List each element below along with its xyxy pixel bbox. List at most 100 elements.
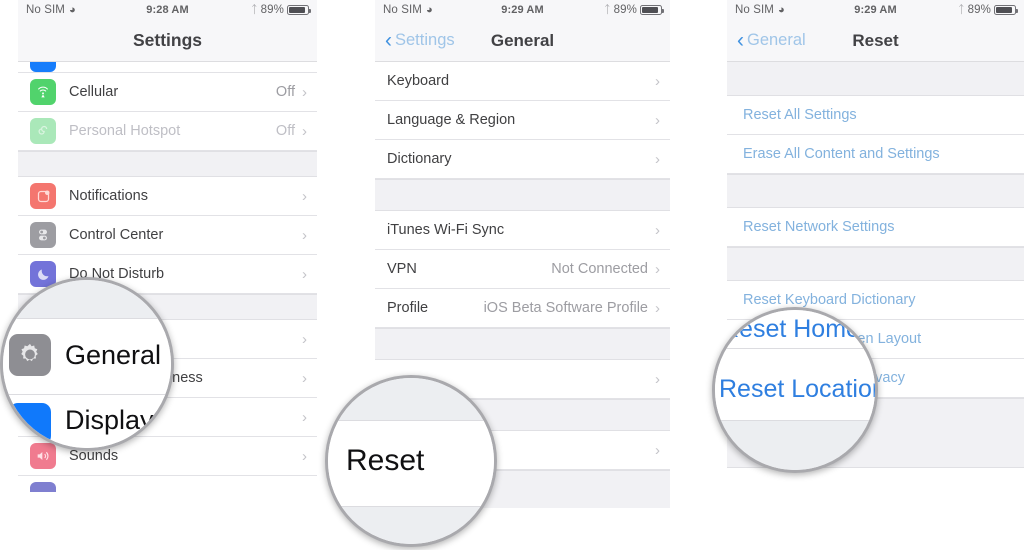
general-list-group-2: iTunes Wi-Fi Sync › VPN Not Connected › … [375, 211, 670, 328]
nav-bar-general: ‹ Settings General [375, 20, 670, 62]
page-title: Settings [132, 30, 203, 50]
chevron-right-icon: › [655, 111, 660, 129]
chevron-right-icon: › [655, 72, 660, 90]
status-bar-right: ᛏ 89% [603, 4, 664, 16]
list-group-separator [18, 151, 317, 177]
chevron-right-icon: › [302, 83, 307, 101]
phone-screen-settings: No SIM ◕ 9:28 AM ᛏ 89% Settings Cellular… [18, 0, 317, 550]
general-row-vpn[interactable]: VPN Not Connected › [375, 250, 670, 289]
status-bar-1: No SIM ◕ 9:28 AM ᛏ 89% [18, 0, 317, 20]
row-label: Reset Keyboard Dictionary [743, 292, 916, 308]
bluetooth-icon: ᛏ [957, 4, 965, 16]
chevron-right-icon: › [302, 447, 307, 465]
bluetooth-icon: ᛏ [250, 4, 258, 16]
battery-percent-label: 89% [967, 4, 991, 16]
chevron-right-icon: › [655, 150, 660, 168]
reset-list-group-2: Reset Network Settings [727, 208, 1024, 247]
row-label: Control Center [69, 227, 164, 243]
back-button-general[interactable]: ‹ General [737, 30, 806, 51]
siri-icon [30, 482, 56, 492]
row-label: Language & Region [387, 112, 516, 128]
bluetooth-icon: ᛏ [603, 4, 611, 16]
control-center-icon [30, 222, 56, 248]
magnifier-label-general: General [65, 340, 162, 370]
general-row-language-region[interactable]: Language & Region › [375, 101, 670, 140]
magnifier-label-reset-location: Reset Location [719, 375, 878, 403]
reset-row-reset-network-settings[interactable]: Reset Network Settings [727, 208, 1024, 247]
row-label: Cellular [69, 84, 119, 100]
display-brightness-icon-magnified [9, 403, 51, 445]
nav-bar-settings: Settings [18, 20, 317, 62]
chevron-right-icon: › [302, 226, 307, 244]
notifications-icon [30, 183, 56, 209]
row-label: Reset Network Settings [743, 219, 895, 235]
status-bar-3: No SIM ◕ 9:29 AM ᛏ 89% [727, 0, 1024, 20]
chevron-right-icon: › [302, 265, 307, 283]
list-group-separator [375, 328, 670, 360]
row-label: Dictionary [387, 151, 452, 167]
back-button-settings[interactable]: ‹ Settings [385, 30, 455, 51]
list-group-separator [727, 62, 1024, 96]
general-row-profile[interactable]: Profile iOS Beta Software Profile › [375, 289, 670, 328]
nav-bar-reset: ‹ General Reset [727, 20, 1024, 62]
row-label: Sounds [69, 448, 119, 464]
magnifier-reset: Reset [325, 375, 497, 547]
general-row-itunes-wifi-sync[interactable]: iTunes Wi-Fi Sync › [375, 211, 670, 250]
general-row-keyboard[interactable]: Keyboard › [375, 62, 670, 101]
magnifier-label-reset: Reset [346, 444, 425, 477]
status-bar-right: ᛏ 89% [250, 4, 311, 16]
list-group-separator [727, 247, 1024, 281]
magnifier-label-display: Display [65, 405, 154, 435]
reset-row-erase-all-content[interactable]: Erase All Content and Settings [727, 135, 1024, 174]
battery-percent-label: 89% [260, 4, 284, 16]
row-value: Off [275, 84, 295, 100]
list-group-separator [375, 179, 670, 211]
general-gear-icon-magnified [9, 334, 51, 376]
reset-row-reset-all-settings[interactable]: Reset All Settings [727, 96, 1024, 135]
settings-row-control-center[interactable]: Control Center › [18, 216, 317, 255]
row-label: Keyboard [387, 73, 450, 89]
row-label: Personal Hotspot [69, 123, 181, 139]
magnifier-general-content: General Display [3, 280, 171, 448]
list-group-separator [727, 174, 1024, 208]
row-value: iOS Beta Software Profile [483, 300, 648, 316]
partial-row-bottom [18, 476, 317, 492]
settings-list-group-1: Cellular Off › Personal Hotspot Off › [18, 73, 317, 151]
settings-row-cellular[interactable]: Cellular Off › [18, 73, 317, 112]
chevron-right-icon: › [302, 187, 307, 205]
chevron-right-icon: › [655, 260, 660, 278]
battery-icon [287, 5, 311, 15]
screenshot-stage: No SIM ◕ 9:28 AM ᛏ 89% Settings Cellular… [0, 0, 1024, 550]
row-label: Profile [387, 300, 429, 316]
chevron-right-icon: › [302, 330, 307, 348]
chevron-right-icon: › [302, 369, 307, 387]
back-button-label: General [747, 31, 806, 49]
row-label: Reset All Settings [743, 107, 857, 123]
general-row-dictionary[interactable]: Dictionary › [375, 140, 670, 179]
row-label: VPN [387, 261, 417, 277]
battery-icon [994, 5, 1018, 15]
personal-hotspot-icon [30, 118, 56, 144]
chevron-left-icon: ‹ [737, 29, 744, 52]
status-bar-2: No SIM ◕ 9:29 AM ᛏ 89% [375, 0, 670, 20]
magnifier-reset-content: Reset [328, 378, 494, 544]
chevron-left-icon: ‹ [385, 29, 392, 52]
chevron-right-icon: › [302, 408, 307, 426]
settings-row-personal-hotspot[interactable]: Personal Hotspot Off › [18, 112, 317, 151]
magnifier-reset-options-content: Reset Home Reset Location [715, 310, 875, 470]
magnifier-general: General Display [0, 277, 174, 451]
row-label: Notifications [69, 188, 148, 204]
row-label: Erase All Content and Settings [743, 146, 940, 162]
chevron-right-icon: › [655, 299, 660, 317]
back-button-label: Settings [395, 31, 455, 49]
general-list-group-1: Keyboard › Language & Region › Dictionar… [375, 62, 670, 179]
battery-icon [640, 5, 664, 15]
wifi-settings-icon [30, 62, 56, 72]
row-value: Off [275, 123, 295, 139]
magnifier-label-reset-home: Reset Home [721, 315, 860, 343]
status-bar-right: ᛏ 89% [957, 4, 1018, 16]
chevron-right-icon: › [302, 122, 307, 140]
chevron-right-icon: › [655, 221, 660, 239]
row-label: iTunes Wi-Fi Sync [387, 222, 505, 238]
settings-row-notifications[interactable]: Notifications › [18, 177, 317, 216]
